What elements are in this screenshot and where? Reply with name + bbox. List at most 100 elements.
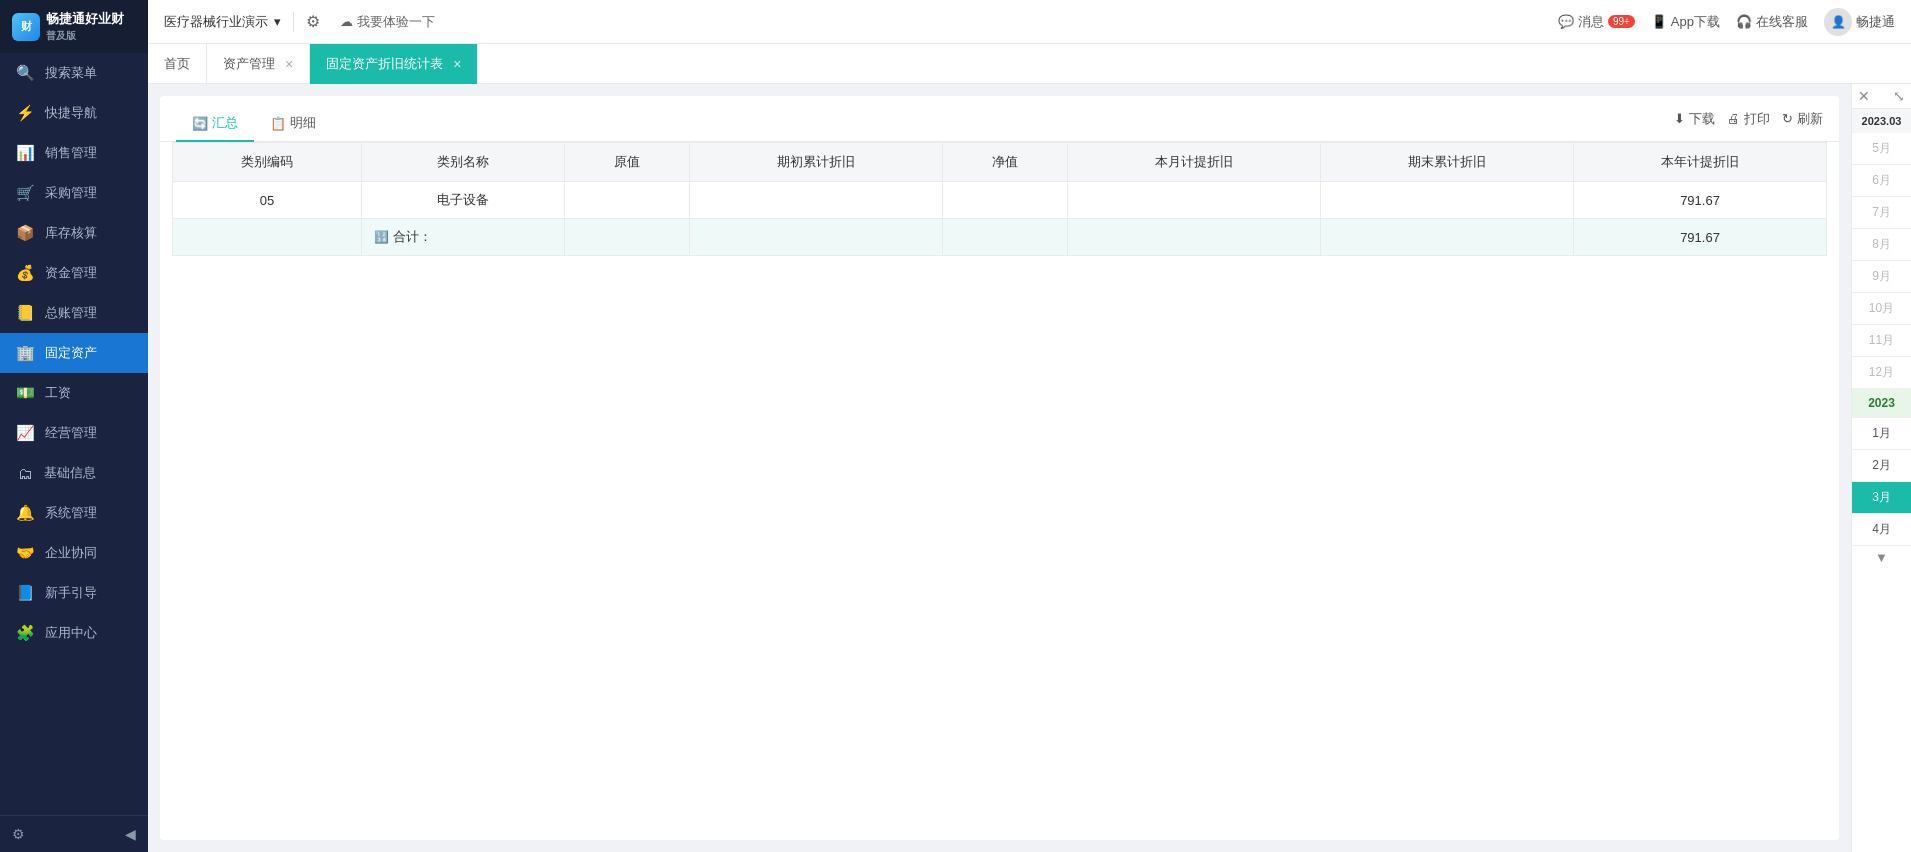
sidebar-item-baseinfo[interactable]: 🗂基础信息 (0, 453, 148, 493)
sidebar-label-system: 系统管理 (45, 504, 97, 522)
subtabs: 🔄 汇总 📋 明细 (160, 96, 1658, 141)
app-logo: 财 畅捷通好业财 普及版 (0, 0, 148, 53)
sidebar-label-sales: 销售管理 (45, 144, 97, 162)
rp-month-8月[interactable]: 8月 (1852, 229, 1911, 261)
sidebar-icon-sales: 📊 (16, 144, 35, 162)
row-monthly (1068, 182, 1321, 219)
total-row: 🔢 合计： 791.67 (173, 219, 1827, 256)
tab-label-asset-mgmt: 资产管理 (223, 55, 275, 73)
sidebar-icon-fixed: 🏢 (16, 344, 35, 362)
sidebar-item-fixed[interactable]: 🏢固定资产 (0, 333, 148, 373)
row-code: 05 (173, 182, 362, 219)
tab-close-depreciation[interactable]: × (453, 56, 461, 72)
sidebar-item-sales[interactable]: 📊 销售管理 (0, 133, 148, 173)
total-initial (690, 219, 943, 256)
sidebar-label-finance: 资金管理 (45, 264, 97, 282)
tab-asset-mgmt[interactable]: 资产管理 × (207, 44, 310, 84)
tab-detail[interactable]: 📋 明细 (254, 106, 332, 142)
sidebar-item-quicknav[interactable]: ⚡快捷导航 (0, 93, 148, 133)
col-name: 类别名称 (362, 143, 565, 182)
service-icon: 🎧 (1736, 14, 1752, 29)
topbar-right: 💬 消息 99+ 📱 App下载 🎧 在线客服 👤 畅捷通 (1558, 8, 1895, 36)
user-name: 畅捷通 (1856, 13, 1895, 31)
sidebar-label-ledger: 总账管理 (45, 304, 97, 322)
experience-label: 我要体验一下 (357, 13, 435, 31)
sidebar-label-inventory: 库存核算 (45, 224, 97, 242)
sidebar-label-search: 搜索菜单 (45, 64, 97, 82)
rp-month-7月[interactable]: 7月 (1852, 197, 1911, 229)
sidebar-item-inventory[interactable]: 📦 库存核算 (0, 213, 148, 253)
tab-close-asset-mgmt[interactable]: × (285, 56, 293, 72)
collapse-icon[interactable]: ◀ (125, 826, 136, 842)
sidebar-item-finance[interactable]: 💰 资金管理 (0, 253, 148, 293)
app-version: 普及版 (46, 29, 124, 43)
rp-header: ✕ ⤡ (1852, 84, 1911, 109)
sidebar: 财 畅捷通好业财 普及版 🔍搜索菜单⚡快捷导航 📊 销售管理 🛒采购管理 📦 库存核算 💰 资… (0, 0, 148, 852)
download-icon: ⬇ (1674, 111, 1685, 126)
message-btn[interactable]: 💬 消息 99+ (1558, 13, 1635, 31)
sidebar-item-guide[interactable]: 📘新手引导 (0, 573, 148, 613)
sidebar-icon-purchase: 🛒 (16, 184, 35, 202)
rp-nav-down[interactable]: ▼ (1871, 546, 1892, 569)
sidebar-label-guide: 新手引导 (45, 584, 97, 602)
rp-month-5月[interactable]: 5月 (1852, 133, 1911, 165)
total-monthly (1068, 219, 1321, 256)
tab-depreciation[interactable]: 固定资产折旧统计表 × (310, 44, 478, 84)
table-row: 05 电子设备 791.67 (173, 182, 1827, 219)
rp-close-icon[interactable]: ✕ (1858, 88, 1870, 104)
rp-month-10月[interactable]: 10月 (1852, 293, 1911, 325)
sidebar-item-operation[interactable]: 📈经营管理 (0, 413, 148, 453)
experience-btn[interactable]: ☁ 我要体验一下 (340, 13, 435, 31)
company-selector[interactable]: 医疗器械行业演示 ▾ (164, 13, 281, 31)
service-label: 在线客服 (1756, 13, 1808, 31)
rp-month-11月[interactable]: 11月 (1852, 325, 1911, 357)
refresh-btn[interactable]: ↻ 刷新 (1782, 110, 1823, 128)
sidebar-item-cooperation[interactable]: 🤝企业协同 (0, 533, 148, 573)
sidebar-item-salary[interactable]: 💵工资 (0, 373, 148, 413)
sidebar-icon-inventory: 📦 (16, 224, 35, 242)
topbar-settings-icon[interactable]: ⚙ (306, 12, 320, 31)
sidebar-item-system[interactable]: 🔔系统管理 (0, 493, 148, 533)
app-download-icon: 📱 (1651, 14, 1667, 29)
row-annual: 791.67 (1574, 182, 1827, 219)
company-name: 医疗器械行业演示 (164, 13, 268, 31)
sidebar-label-salary: 工资 (45, 384, 71, 402)
rp-month-1月[interactable]: 1月 (1852, 418, 1911, 450)
sidebar-item-ledger[interactable]: 📒总账管理 (0, 293, 148, 333)
sidebar-label-quicknav: 快捷导航 (45, 104, 97, 122)
row-original (564, 182, 689, 219)
message-icon: 💬 (1558, 14, 1574, 29)
rp-month-12月[interactable]: 12月 (1852, 357, 1911, 389)
main-panel: 🔄 汇总 📋 明细 ⬇ 下载 🖨 打印 (160, 96, 1839, 840)
rp-expand-icon[interactable]: ⤡ (1893, 88, 1905, 104)
settings-icon[interactable]: ⚙ (12, 826, 25, 842)
company-dropdown-icon: ▾ (274, 14, 281, 29)
rp-month-2月[interactable]: 2月 (1852, 450, 1911, 482)
user-menu[interactable]: 👤 畅捷通 (1824, 8, 1895, 36)
sidebar-item-appcenter[interactable]: 🧩应用中心 (0, 613, 148, 653)
row-end (1321, 182, 1574, 219)
tab-label-depreciation: 固定资产折旧统计表 (326, 55, 443, 73)
right-panel: ✕ ⤡ 2023.03 5月6月7月8月9月10月11月12月20231月2月3… (1851, 84, 1911, 852)
sidebar-footer: ⚙ ◀ (0, 815, 148, 852)
rp-month-6月[interactable]: 6月 (1852, 165, 1911, 197)
sidebar-icon-cooperation: 🤝 (16, 544, 35, 562)
topbar-divider (293, 12, 294, 32)
download-btn[interactable]: ⬇ 下载 (1674, 110, 1715, 128)
sidebar-item-search[interactable]: 🔍搜索菜单 (0, 53, 148, 93)
sidebar-item-purchase[interactable]: 🛒采购管理 (0, 173, 148, 213)
app-download-btn[interactable]: 📱 App下载 (1651, 13, 1720, 31)
tab-home[interactable]: 首页 (148, 44, 207, 84)
rp-month-4月[interactable]: 4月 (1852, 514, 1911, 546)
rp-month-9月[interactable]: 9月 (1852, 261, 1911, 293)
print-btn[interactable]: 🖨 打印 (1727, 110, 1770, 128)
sidebar-icon-finance: 💰 (16, 264, 35, 282)
rp-month-3月[interactable]: 3月 (1852, 482, 1911, 514)
total-end (1321, 219, 1574, 256)
topbar: 医疗器械行业演示 ▾ ⚙ ☁ 我要体验一下 💬 消息 99+ 📱 App下载 🎧… (148, 0, 1911, 44)
tab-summary[interactable]: 🔄 汇总 (176, 106, 254, 142)
avatar: 👤 (1824, 8, 1852, 36)
sidebar-icon-operation: 📈 (16, 424, 35, 442)
col-initial: 期初累计折旧 (690, 143, 943, 182)
customer-service-btn[interactable]: 🎧 在线客服 (1736, 13, 1808, 31)
